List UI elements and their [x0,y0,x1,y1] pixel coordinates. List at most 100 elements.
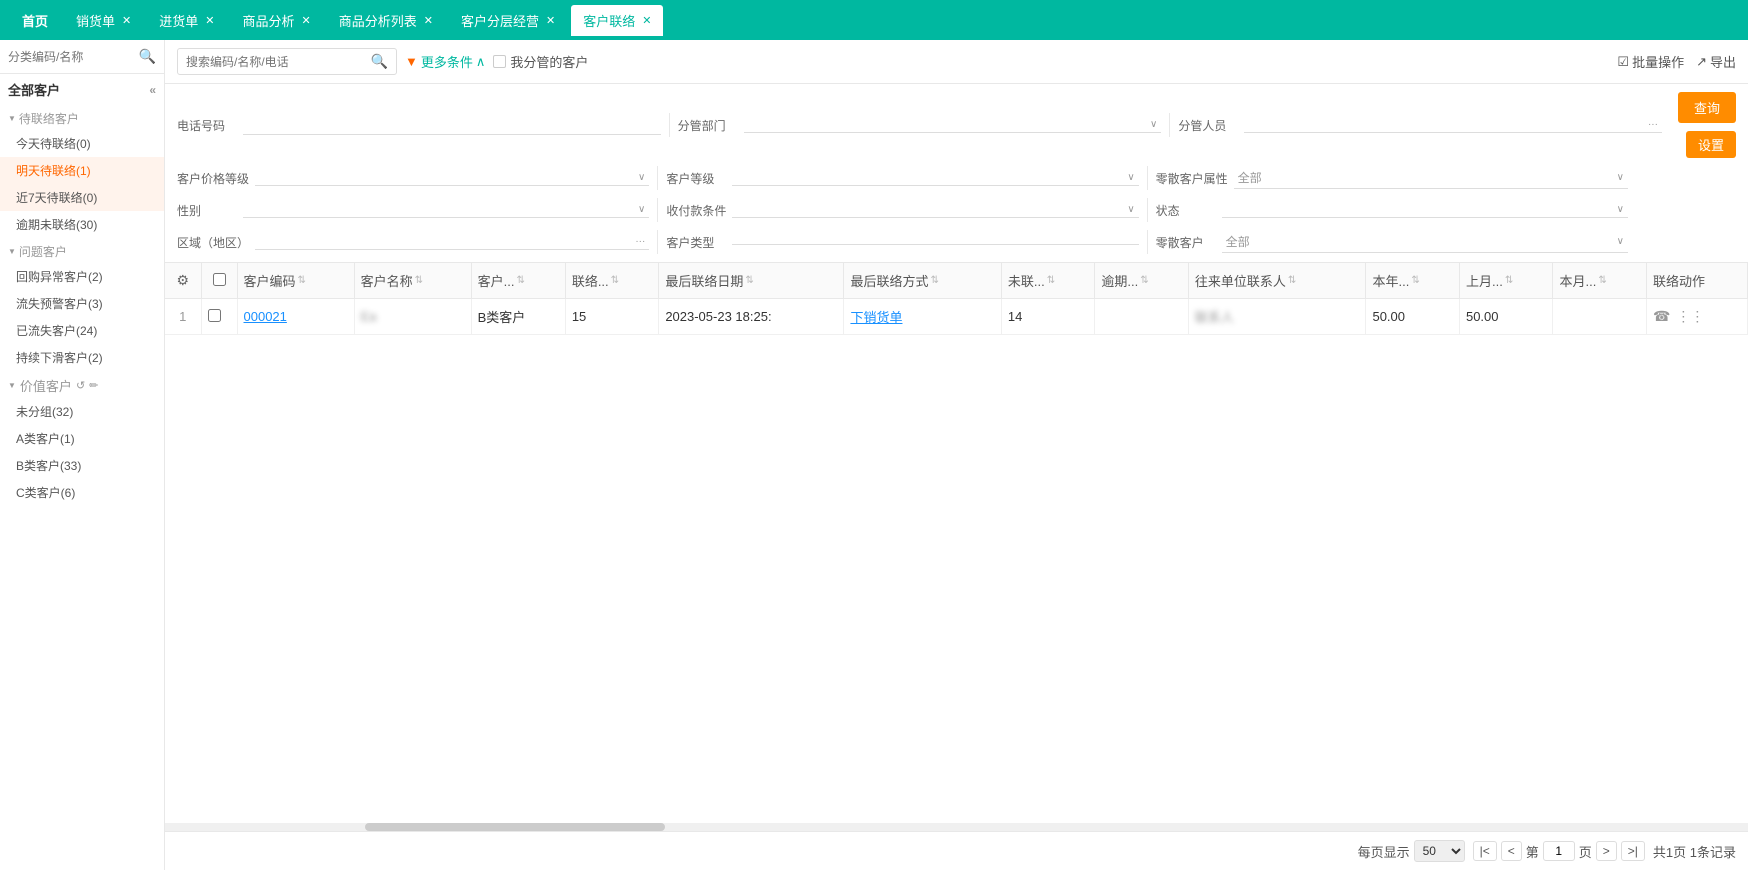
filter-person-select[interactable]: ··· [1244,117,1662,133]
sidebar-collapse-btn[interactable]: « [149,83,156,97]
page-input[interactable] [1543,841,1575,861]
sidebar-search-icon[interactable]: 🔍 [139,48,156,65]
more-conditions-label: 更多条件 [421,52,473,71]
sidebar-group-problem[interactable]: 问题客户 [0,238,164,263]
more-action-icon[interactable]: ⋮⋮ [1676,308,1704,325]
sidebar-value-edit[interactable]: ✏ [89,379,98,392]
td-this-month [1553,299,1647,335]
th-last-month-sort[interactable]: 上月... ⇅ [1466,271,1547,290]
phone-action-icon[interactable]: ☎ [1653,308,1670,325]
sidebar-item-class-c[interactable]: C类客户(6) [0,479,164,506]
filter-status-select[interactable]: ∨ [1222,202,1628,218]
my-customers-wrap[interactable]: 我分管的客户 [493,52,588,71]
filter-gender: 性别 ∨ [177,202,649,219]
sidebar-item-7days[interactable]: 近7天待联络(0) [0,184,164,211]
sidebar-item-declining[interactable]: 持续下滑客户(2) [0,344,164,371]
nav-customer-contact[interactable]: 客户联络 ✕ [571,5,663,36]
th-contact-count: 联络... ⇅ [565,263,659,299]
th-settings[interactable]: ⚙ [165,263,201,299]
th-last-date-sort[interactable]: 最后联络日期 ⇅ [665,271,837,290]
filter-retail-attr-select[interactable]: 全部 ∨ [1234,167,1628,189]
nav-product-analysis-close[interactable]: ✕ [302,14,311,27]
sidebar-item-overdue[interactable]: 逾期未联络(30) [0,211,164,238]
nav-purchase-order[interactable]: 进货单 ✕ [147,5,226,36]
th-uncontacted-sort[interactable]: 未联... ⇅ [1008,271,1089,290]
row-checkbox[interactable] [208,309,221,322]
top-nav: 首页 销货单 ✕ 进货单 ✕ 商品分析 ✕ 商品分析列表 ✕ 客户分层经营 ✕ … [0,0,1748,40]
nav-customer-tier[interactable]: 客户分层经营 ✕ [449,5,567,36]
td-last-method[interactable]: 下销货单 [844,299,1001,335]
search-icon-btn[interactable]: 🔍 [371,53,388,70]
sidebar-item-today[interactable]: 今天待联络(0) [0,130,164,157]
first-page-btn[interactable]: |< [1473,841,1497,861]
td-code[interactable]: 000021 [237,299,354,335]
sidebar-item-repurchase-anomaly[interactable]: 回购异常客户(2) [0,263,164,290]
next-page-btn[interactable]: > [1596,841,1617,861]
customer-code-link[interactable]: 000021 [244,309,287,324]
sort-icon-method: ⇅ [930,275,938,286]
nav-sales-order[interactable]: 销货单 ✕ [64,5,143,36]
export-btn[interactable]: ↗ 导出 [1696,52,1736,71]
select-all-checkbox[interactable] [213,273,226,286]
nav-customer-contact-close[interactable]: ✕ [642,14,651,27]
sidebar-item-churn-warning[interactable]: 流失预警客户(3) [0,290,164,317]
nav-customer-tier-close[interactable]: ✕ [546,14,555,27]
th-name-sort[interactable]: 客户名称 ⇅ [361,271,465,290]
last-page-btn[interactable]: >| [1621,841,1645,861]
th-unit-contact-sort[interactable]: 往来单位联系人 ⇅ [1195,271,1360,290]
query-btn[interactable]: 查询 [1678,92,1736,123]
my-customers-checkbox[interactable] [493,55,506,68]
th-last-method-sort[interactable]: 最后联络方式 ⇅ [850,271,994,290]
th-contact-count-sort[interactable]: 联络... ⇅ [572,271,653,290]
per-page-select[interactable]: 50 100 200 [1414,840,1465,862]
bulk-action-btn[interactable]: ☑ 批量操作 [1617,52,1684,71]
td-checkbox[interactable] [201,299,237,335]
filter-phone-input[interactable] [243,116,661,135]
th-overdue-sort[interactable]: 逾期... ⇅ [1101,271,1182,290]
nav-sales-order-close[interactable]: ✕ [122,14,131,27]
chevron-down-icon-region: ··· [635,236,645,247]
sidebar-item-class-a[interactable]: A类客户(1) [0,425,164,452]
nav-product-analysis[interactable]: 商品分析 ✕ [230,5,322,36]
settings-btn[interactable]: 设置 [1686,131,1736,158]
nav-purchase-order-close[interactable]: ✕ [205,14,214,27]
filter-customer-level-select[interactable]: ∨ [732,170,1138,186]
filter-dept-select[interactable]: ∨ [744,117,1162,133]
sidebar-search-area: 🔍 [0,40,164,74]
last-method-link[interactable]: 下销货单 [850,310,902,325]
filter-payment-select[interactable]: ∨ [732,202,1138,218]
filter-gender-select[interactable]: ∨ [243,202,649,218]
th-type-sort[interactable]: 客户... ⇅ [478,271,559,290]
sidebar-search-input[interactable] [8,50,135,64]
filter-phone-label: 电话号码 [177,117,237,134]
sidebar-item-ungrouped[interactable]: 未分组(32) [0,398,164,425]
search-input[interactable] [186,55,367,69]
filter-region-select[interactable]: ··· [255,234,649,250]
nav-product-analysis-list[interactable]: 商品分析列表 ✕ [327,5,445,36]
sidebar-item-tomorrow[interactable]: 明天待联络(1) [0,157,164,184]
nav-home[interactable]: 首页 [10,5,60,36]
scrollbar-thumb[interactable] [365,823,665,831]
sidebar-item-class-b[interactable]: B类客户(33) [0,452,164,479]
sidebar-all-customers[interactable]: 全部客户 « [0,74,164,105]
th-last-month: 上月... ⇅ [1459,263,1553,299]
td-name: Ea [354,299,471,335]
sidebar-group-value[interactable]: 价值客户 ↺ ✏ [0,371,164,398]
filter-price-level-select[interactable]: ∨ [255,170,649,186]
sidebar-item-churned[interactable]: 已流失客户(24) [0,317,164,344]
td-contact-count: 15 [565,299,659,335]
sidebar-group-pending[interactable]: 待联络客户 [0,105,164,130]
sidebar-value-refresh[interactable]: ↺ [76,379,85,392]
prev-page-btn[interactable]: < [1501,841,1522,861]
nav-product-analysis-list-close[interactable]: ✕ [424,14,433,27]
th-this-year-sort[interactable]: 本年... ⇅ [1372,271,1453,290]
horizontal-scrollbar[interactable] [165,823,1748,831]
table-body: 1 000021 Ea B类客户 15 2023-05-23 18:25: [165,299,1748,335]
th-checkbox[interactable] [201,263,237,299]
settings-gear-icon[interactable]: ⚙ [176,272,189,288]
th-code-sort[interactable]: 客户编码 ⇅ [244,271,348,290]
filter-retail-customer-select[interactable]: 全部 ∨ [1222,231,1628,253]
filter-customer-type-select[interactable] [732,240,1138,245]
th-this-month-sort[interactable]: 本月... ⇅ [1559,271,1640,290]
more-conditions-btn[interactable]: ▼ 更多条件 ∧ [405,52,485,71]
